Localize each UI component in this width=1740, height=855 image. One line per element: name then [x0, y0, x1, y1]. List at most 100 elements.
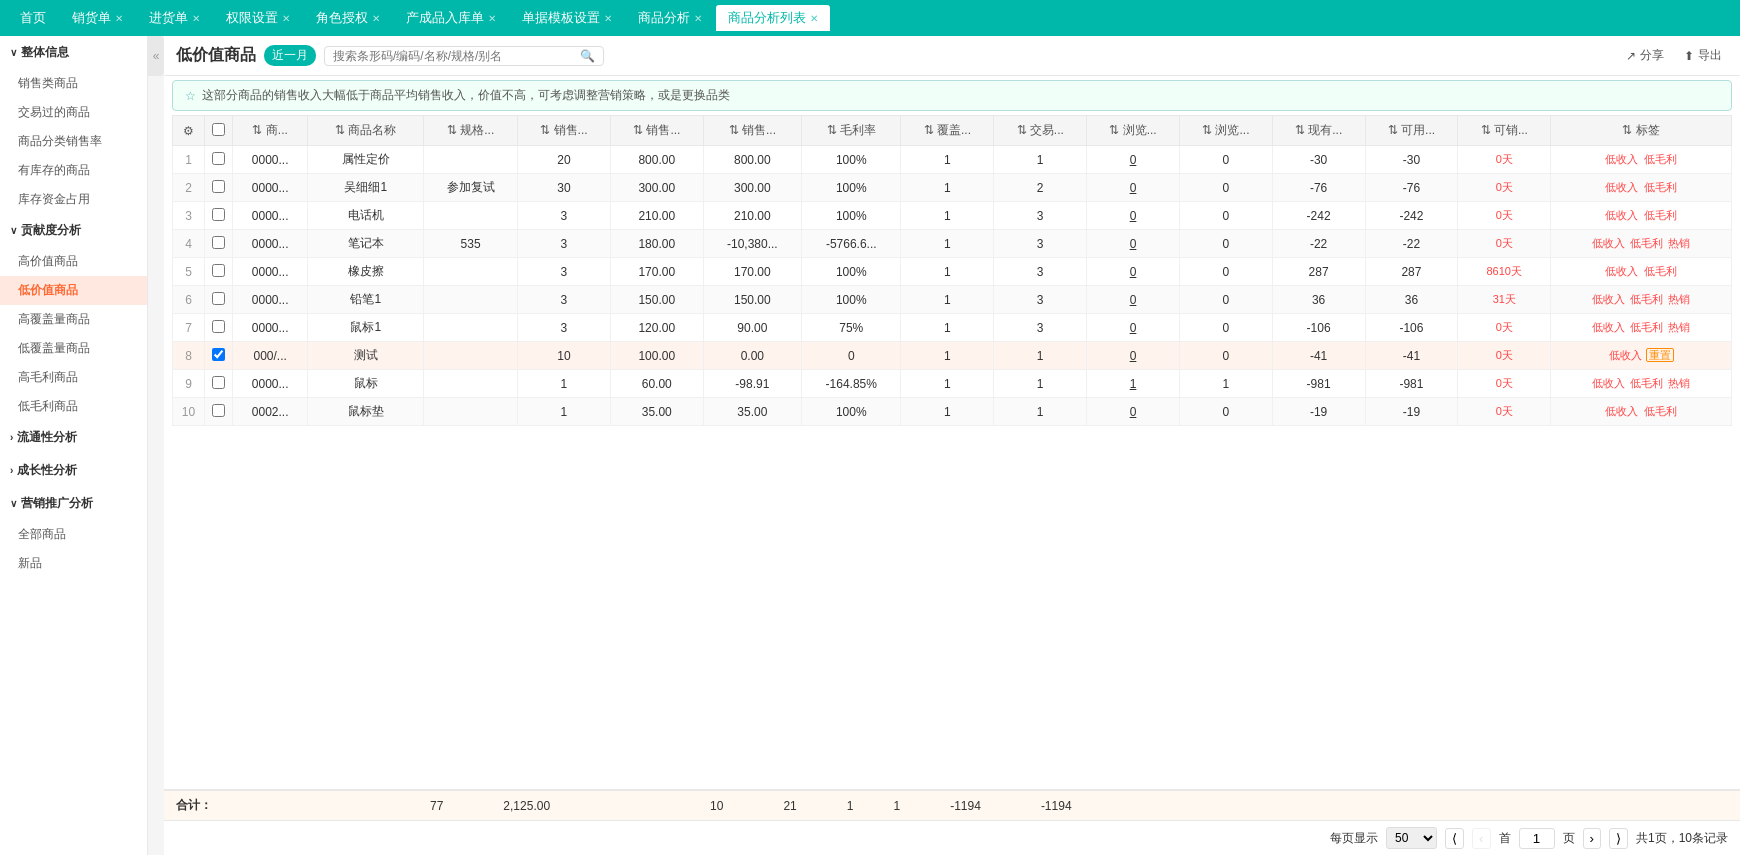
col-checkbox[interactable] [205, 116, 233, 146]
row-checkbox-cell[interactable] [205, 174, 233, 202]
close-icon[interactable]: ✕ [192, 13, 200, 24]
col-code[interactable]: ⇅ 商... [233, 116, 308, 146]
sidebar-item-high-margin[interactable]: 高毛利商品 [0, 363, 147, 392]
row-checkbox-cell[interactable] [205, 314, 233, 342]
col-sales1[interactable]: ⇅ 销售... [518, 116, 611, 146]
row-checkbox-cell[interactable] [205, 286, 233, 314]
col-browse2[interactable]: ⇅ 浏览... [1179, 116, 1272, 146]
sidebar-item-low-coverage[interactable]: 低覆盖量商品 [0, 334, 147, 363]
row-sales3: -10,380... [703, 230, 801, 258]
nav-product-entry[interactable]: 产成品入库单 ✕ [394, 5, 508, 31]
sidebar-item-low-margin[interactable]: 低毛利商品 [0, 392, 147, 421]
close-icon[interactable]: ✕ [282, 13, 290, 24]
row-checkbox-cell[interactable] [205, 370, 233, 398]
col-current[interactable]: ⇅ 现有... [1272, 116, 1365, 146]
sidebar-group-contribution[interactable]: ∨ 贡献度分析 [0, 214, 147, 247]
row-checkbox[interactable] [212, 236, 225, 249]
col-browse1[interactable]: ⇅ 浏览... [1087, 116, 1180, 146]
sidebar-group-overall[interactable]: ∨ 整体信息 [0, 36, 147, 69]
sidebar-item-low-value[interactable]: 低价值商品 [0, 276, 147, 305]
row-checkbox[interactable] [212, 404, 225, 417]
search-icon[interactable]: 🔍 [580, 49, 595, 63]
sort-icon: ⇅ [924, 123, 934, 137]
col-settings[interactable]: ⚙ [173, 116, 205, 146]
col-tags[interactable]: ⇅ 标签 [1551, 116, 1732, 146]
sidebar-item-new-products[interactable]: 新品 [0, 549, 147, 578]
row-sales2: 100.00 [610, 342, 703, 370]
col-margin[interactable]: ⇅ 毛利率 [802, 116, 901, 146]
close-icon[interactable]: ✕ [115, 13, 123, 24]
page-number-input[interactable] [1519, 828, 1555, 849]
row-checkbox[interactable] [212, 180, 225, 193]
row-current: 287 [1272, 258, 1365, 286]
close-icon[interactable]: ✕ [604, 13, 612, 24]
sidebar-item-all-products[interactable]: 全部商品 [0, 520, 147, 549]
sidebar-item-category-rate[interactable]: 商品分类销售率 [0, 127, 147, 156]
nav-roles[interactable]: 角色授权 ✕ [304, 5, 392, 31]
sidebar-group-circulation[interactable]: › 流通性分析 [0, 421, 147, 454]
col-sales2[interactable]: ⇅ 销售... [610, 116, 703, 146]
row-num: 1 [173, 146, 205, 174]
row-sales1: 10 [518, 342, 611, 370]
row-browse2: 0 [1179, 230, 1272, 258]
nav-sales[interactable]: 销货单 ✕ [60, 5, 135, 31]
last-page-button[interactable]: ⟩ [1609, 828, 1628, 849]
nav-template[interactable]: 单据模板设置 ✕ [510, 5, 624, 31]
page-size-select[interactable]: 50 100 200 [1386, 827, 1437, 849]
sidebar-collapse-button[interactable]: « [148, 36, 164, 76]
col-coverage[interactable]: ⇅ 覆盖... [901, 116, 994, 146]
col-trade[interactable]: ⇅ 交易... [994, 116, 1087, 146]
tag-label: 低毛利 [1630, 377, 1663, 389]
search-input[interactable] [333, 49, 576, 63]
next-page-button[interactable]: › [1583, 828, 1601, 849]
col-sales3[interactable]: ⇅ 销售... [703, 116, 801, 146]
row-name: 测试 [308, 342, 424, 370]
row-margin: 0 [802, 342, 901, 370]
close-icon[interactable]: ✕ [694, 13, 702, 24]
nav-purchase[interactable]: 进货单 ✕ [137, 5, 212, 31]
row-sales1: 3 [518, 258, 611, 286]
row-checkbox[interactable] [212, 264, 225, 277]
share-button[interactable]: ↗ 分享 [1620, 44, 1670, 67]
sidebar-item-capital[interactable]: 库存资金占用 [0, 185, 147, 214]
sidebar-item-high-value[interactable]: 高价值商品 [0, 247, 147, 276]
row-checkbox[interactable] [212, 208, 225, 221]
nav-product-analysis[interactable]: 商品分析 ✕ [626, 5, 714, 31]
tag-hot: 热销 [1668, 377, 1690, 389]
sidebar-group-growth[interactable]: › 成长性分析 [0, 454, 147, 487]
col-spec[interactable]: ⇅ 规格... [424, 116, 518, 146]
row-checkbox[interactable] [212, 348, 225, 361]
row-code: 0000... [233, 314, 308, 342]
col-name[interactable]: ⇅ 商品名称 [308, 116, 424, 146]
first-page-button[interactable]: ⟨ [1445, 828, 1464, 849]
chevron-down-icon: ∨ [10, 47, 17, 58]
sidebar-item-high-coverage[interactable]: 高覆盖量商品 [0, 305, 147, 334]
sidebar-item-in-stock[interactable]: 有库存的商品 [0, 156, 147, 185]
nav-home[interactable]: 首页 [8, 5, 58, 31]
row-checkbox[interactable] [212, 152, 225, 165]
row-checkbox-cell[interactable] [205, 202, 233, 230]
select-all-checkbox[interactable] [212, 123, 225, 136]
sidebar-item-sales-products[interactable]: 销售类商品 [0, 69, 147, 98]
close-icon[interactable]: ✕ [372, 13, 380, 24]
row-checkbox-cell[interactable] [205, 230, 233, 258]
export-button[interactable]: ⬆ 导出 [1678, 44, 1728, 67]
row-checkbox-cell[interactable] [205, 398, 233, 426]
time-filter-button[interactable]: 近一月 [264, 45, 316, 66]
nav-permissions[interactable]: 权限设置 ✕ [214, 5, 302, 31]
col-saleable[interactable]: ⇅ 可销... [1458, 116, 1551, 146]
close-icon[interactable]: ✕ [810, 13, 818, 24]
row-checkbox-cell[interactable] [205, 258, 233, 286]
prev-page-button[interactable]: ‹ [1472, 828, 1490, 849]
row-checkbox[interactable] [212, 320, 225, 333]
row-checkbox[interactable] [212, 292, 225, 305]
col-available[interactable]: ⇅ 可用... [1365, 116, 1458, 146]
row-checkbox-cell[interactable] [205, 146, 233, 174]
sidebar-group-marketing[interactable]: ∨ 营销推广分析 [0, 487, 147, 520]
nav-product-analysis-list[interactable]: 商品分析列表 ✕ [716, 5, 830, 31]
row-checkbox[interactable] [212, 376, 225, 389]
row-checkbox-cell[interactable] [205, 342, 233, 370]
sidebar-item-traded[interactable]: 交易过的商品 [0, 98, 147, 127]
row-browse1: 1 [1087, 370, 1180, 398]
close-icon[interactable]: ✕ [488, 13, 496, 24]
